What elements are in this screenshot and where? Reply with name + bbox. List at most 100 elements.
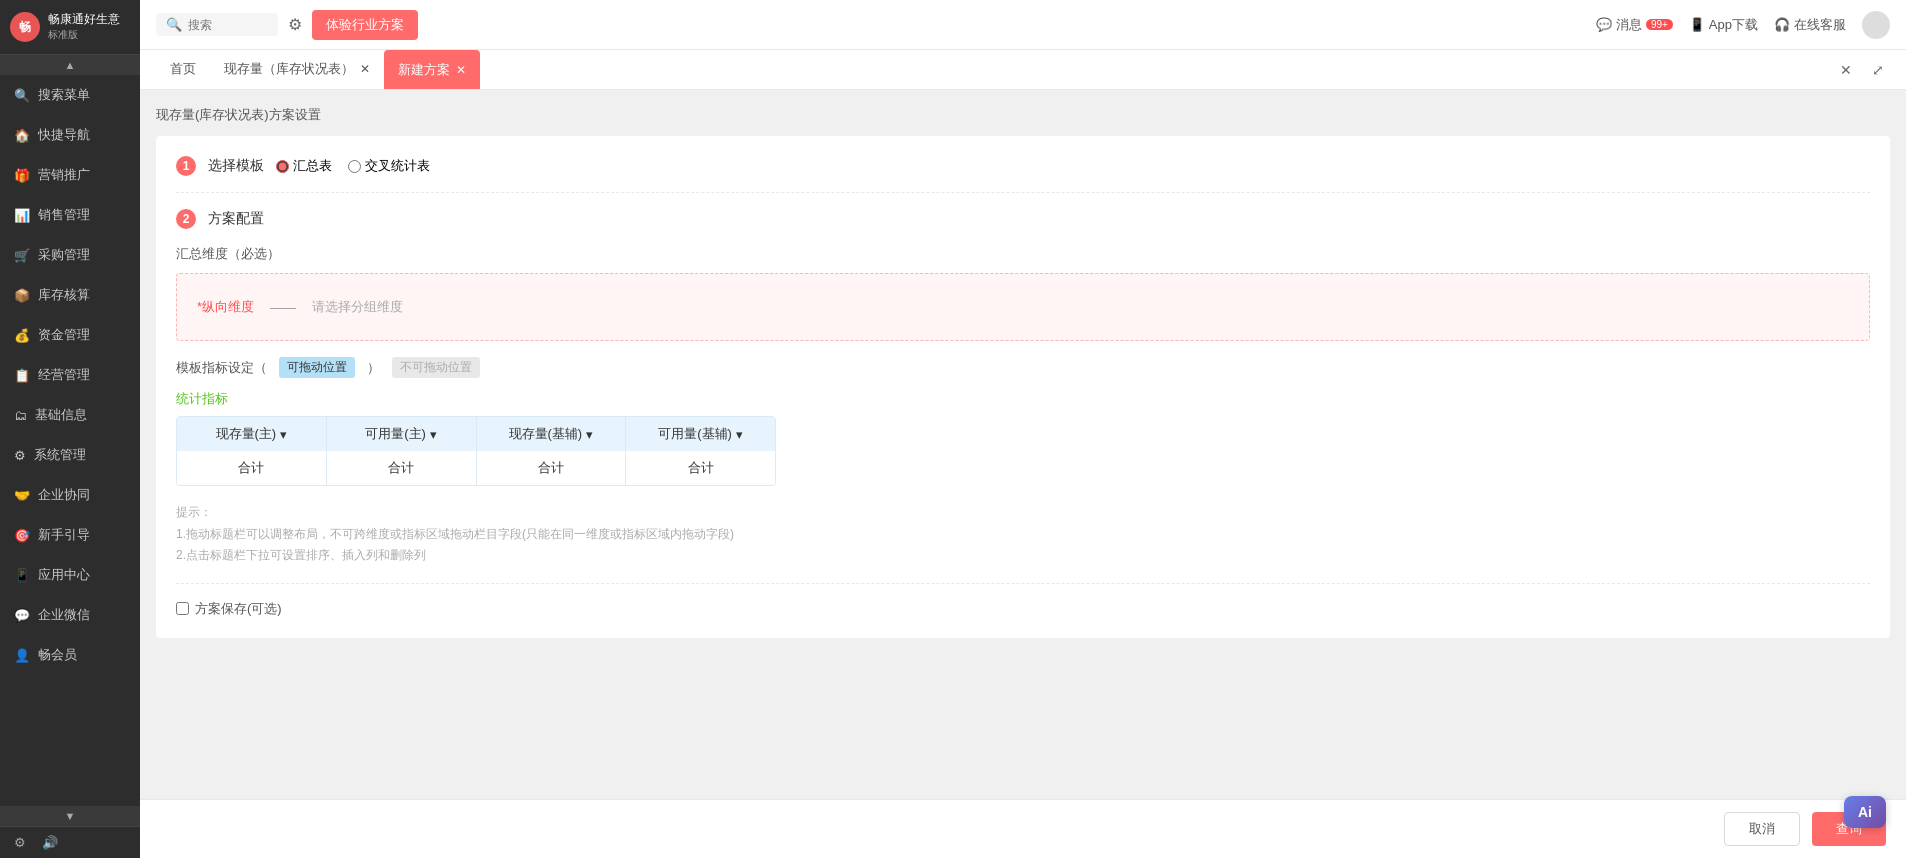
- draggable-indicator: 可拖动位置: [279, 357, 355, 378]
- dimension-section-label: 汇总维度（必选）: [176, 245, 1870, 263]
- radio-summary[interactable]: 汇总表: [276, 157, 332, 175]
- sidebar-item-quick-nav[interactable]: 🏠 快捷导航: [0, 115, 140, 155]
- col-header-2[interactable]: 现存量(基辅) ▾: [477, 417, 627, 451]
- purchase-icon: 🛒: [14, 248, 30, 263]
- dimension-box[interactable]: *纵向维度 —— 请选择分组维度: [176, 273, 1870, 341]
- arrow-icon: ——: [270, 300, 296, 315]
- operations-icon: 📋: [14, 368, 30, 383]
- cancel-button[interactable]: 取消: [1724, 812, 1800, 846]
- sidebar-item-label: 资金管理: [38, 326, 90, 344]
- required-label: *纵向维度: [197, 298, 254, 316]
- sidebar-item-search-menu[interactable]: 🔍 搜索菜单: [0, 75, 140, 115]
- radio-summary-input[interactable]: [276, 160, 289, 173]
- tab-new-plan-close[interactable]: ✕: [456, 63, 466, 77]
- sidebar-item-sales[interactable]: 📊 销售管理: [0, 195, 140, 235]
- sidebar-item-marketing[interactable]: 🎁 营销推广: [0, 155, 140, 195]
- expand-panel-btn[interactable]: ⤢: [1866, 58, 1890, 82]
- messages-btn[interactable]: 💬 消息 99+: [1596, 16, 1673, 34]
- online-service-btn[interactable]: 🎧 在线客服: [1774, 16, 1846, 34]
- col-chevron-1: ▾: [430, 427, 437, 442]
- sidebar-item-basic-info[interactable]: 🗂 基础信息: [0, 395, 140, 435]
- tab-inventory-status[interactable]: 现存量（库存状况表） ✕: [210, 50, 384, 89]
- col-chevron-0: ▾: [280, 427, 287, 442]
- topbar: 🔍 ⚙ 体验行业方案 💬 消息 99+ 📱 App下载 🎧 在线客服: [140, 0, 1906, 50]
- save-plan-label[interactable]: 方案保存(可选): [195, 600, 282, 618]
- search-box[interactable]: 🔍: [156, 13, 278, 36]
- logo-icon: 畅: [10, 12, 40, 42]
- step1-title: 选择模板: [208, 157, 264, 175]
- search-icon: 🔍: [166, 17, 182, 32]
- basic-info-icon: 🗂: [14, 408, 27, 423]
- col-header-3[interactable]: 可用量(基辅) ▾: [626, 417, 775, 451]
- col-body-0: 合计: [177, 451, 327, 485]
- radio-cross-input[interactable]: [348, 160, 361, 173]
- sidebar-item-new-guide[interactable]: 🎯 新手引导: [0, 515, 140, 555]
- sidebar-item-label: 搜索菜单: [38, 86, 90, 104]
- step1-row: 1 选择模板 汇总表 交叉统计表: [176, 156, 1870, 176]
- wechat-icon: 💬: [14, 608, 30, 623]
- col-chevron-2: ▾: [586, 427, 593, 442]
- save-plan-checkbox[interactable]: [176, 602, 189, 615]
- ai-float-button[interactable]: Ai: [1844, 796, 1886, 828]
- trial-btn[interactable]: 体验行业方案: [312, 10, 418, 40]
- col-header-0[interactable]: 现存量(主) ▾: [177, 417, 327, 451]
- guide-icon: 🎯: [14, 528, 30, 543]
- sidebar-bottom: ⚙ 🔊: [0, 826, 140, 858]
- col-label-1: 可用量(主): [365, 425, 426, 443]
- search-input[interactable]: [188, 18, 268, 32]
- indicator-row: 模板指标设定（ 可拖动位置 ） 不可拖动位置: [176, 357, 1870, 378]
- sidebar-item-label: 采购管理: [38, 246, 90, 264]
- stats-section-label: 统计指标: [176, 390, 1870, 408]
- close-panel-btn[interactable]: ✕: [1834, 58, 1858, 82]
- settings-bottom-icon[interactable]: ⚙: [14, 835, 26, 850]
- messages-badge: 99+: [1646, 19, 1673, 30]
- col-label-2: 现存量(基辅): [509, 425, 583, 443]
- tabs-bar: 首页 现存量（库存状况表） ✕ 新建方案 ✕ ✕ ⤢: [140, 50, 1906, 90]
- col-body-2: 合计: [477, 451, 627, 485]
- app-download-btn[interactable]: 📱 App下载: [1689, 16, 1758, 34]
- template-indicator-label: 模板指标设定（: [176, 359, 267, 377]
- indicator-separator: ）: [367, 359, 380, 377]
- sales-icon: 📊: [14, 208, 30, 223]
- sidebar-item-label: 畅会员: [38, 646, 77, 664]
- sidebar-item-member[interactable]: 👤 畅会员: [0, 635, 140, 675]
- settings-icon[interactable]: ⚙: [288, 15, 302, 34]
- sidebar-item-inventory[interactable]: 📦 库存核算: [0, 275, 140, 315]
- content-area: 现存量(库存状况表)方案设置 1 选择模板 汇总表 交叉统计表: [140, 90, 1906, 799]
- sidebar-item-label: 销售管理: [38, 206, 90, 224]
- sidebar-item-wechat[interactable]: 💬 企业微信: [0, 595, 140, 635]
- sidebar-item-system[interactable]: ⚙ 系统管理: [0, 435, 140, 475]
- sound-bottom-icon[interactable]: 🔊: [42, 835, 58, 850]
- fixed-indicator: 不可拖动位置: [392, 357, 480, 378]
- inventory-icon: 📦: [14, 288, 30, 303]
- main-area: 🔍 ⚙ 体验行业方案 💬 消息 99+ 📱 App下载 🎧 在线客服: [140, 0, 1906, 858]
- sidebar-item-finance[interactable]: 💰 资金管理: [0, 315, 140, 355]
- tab-inventory-label: 现存量（库存状况表）: [224, 60, 354, 78]
- sidebar-item-label: 企业微信: [38, 606, 90, 624]
- sidebar-item-label: 快捷导航: [38, 126, 90, 144]
- sidebar-item-label: 应用中心: [38, 566, 90, 584]
- cooperation-icon: 🤝: [14, 488, 30, 503]
- radio-cross[interactable]: 交叉统计表: [348, 157, 430, 175]
- sidebar-item-label: 系统管理: [34, 446, 86, 464]
- message-icon: 💬: [1596, 17, 1612, 32]
- radio-cross-label: 交叉统计表: [365, 157, 430, 175]
- user-avatar[interactable]: [1862, 11, 1890, 39]
- sidebar-scroll-down[interactable]: ▼: [0, 806, 140, 826]
- system-icon: ⚙: [14, 448, 26, 463]
- sidebar-item-app-center[interactable]: 📱 应用中心: [0, 555, 140, 595]
- sidebar-item-label: 新手引导: [38, 526, 90, 544]
- stats-header: 现存量(主) ▾ 可用量(主) ▾ 现存量(基辅) ▾ 可用量(基辅) ▾: [177, 417, 775, 451]
- sidebar-item-purchase[interactable]: 🛒 采购管理: [0, 235, 140, 275]
- tab-new-plan[interactable]: 新建方案 ✕: [384, 50, 480, 89]
- radio-summary-label: 汇总表: [293, 157, 332, 175]
- sidebar-item-cooperation[interactable]: 🤝 企业协同: [0, 475, 140, 515]
- footer: 取消 查询: [140, 799, 1906, 858]
- tab-home[interactable]: 首页: [156, 50, 210, 89]
- sidebar-item-operations[interactable]: 📋 经营管理: [0, 355, 140, 395]
- sidebar-scroll-up[interactable]: ▲: [0, 55, 140, 75]
- col-header-1[interactable]: 可用量(主) ▾: [327, 417, 477, 451]
- tab-inventory-close[interactable]: ✕: [360, 62, 370, 76]
- col-body-1: 合计: [327, 451, 477, 485]
- member-icon: 👤: [14, 648, 30, 663]
